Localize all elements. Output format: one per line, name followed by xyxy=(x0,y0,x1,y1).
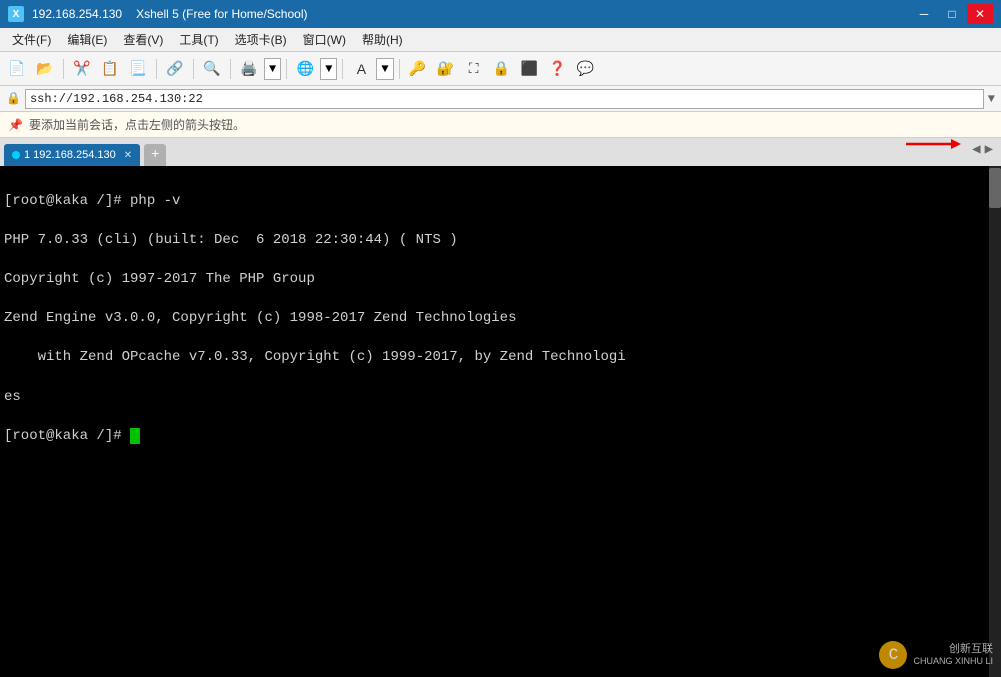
toolbar-sep4 xyxy=(230,59,231,79)
menu-tabs[interactable]: 选项卡(B) xyxy=(227,29,295,50)
app-icon: X xyxy=(8,6,24,22)
terminal[interactable]: [root@kaka /]# php -v PHP 7.0.33 (cli) (… xyxy=(0,166,989,677)
toolbar-cut[interactable]: 📋 xyxy=(97,56,123,82)
arrow-decoration xyxy=(901,134,961,154)
tab-prev-icon[interactable]: ◀ xyxy=(972,141,980,158)
tab-bar: 1 192.168.254.130 ✕ + ◀ ▶ xyxy=(0,138,1001,166)
info-text: 要添加当前会话，点击左侧的箭头按钮。 xyxy=(29,116,245,133)
toolbar-search[interactable]: 🔍 xyxy=(199,56,225,82)
toolbar-globe-dropdown[interactable]: ▼ xyxy=(320,58,337,80)
toolbar-lock[interactable]: 🔐 xyxy=(433,56,459,82)
tab-close-icon[interactable]: ✕ xyxy=(124,150,132,161)
tab-navigation: ◀ ▶ xyxy=(972,141,993,158)
toolbar-sep2 xyxy=(156,59,157,79)
watermark-text: 创新互联 CHUANG XINHU LI xyxy=(913,642,993,668)
address-arrow[interactable]: ▼ xyxy=(988,92,995,106)
toolbar: 📄 📂 ✂️ 📋 📃 🔗 🔍 🖨️ ▼ 🌐 ▼ A ▼ 🔑 🔐 ⛶ 🔒 ⬛ ❓ … xyxy=(0,52,1001,86)
terminal-line7: [root@kaka /]# xyxy=(4,428,130,444)
toolbar-connect[interactable]: 🔗 xyxy=(162,56,188,82)
terminal-scrollbar[interactable] xyxy=(989,166,1001,677)
terminal-line4: Zend Engine v3.0.0, Copyright (c) 1998-2… xyxy=(4,310,516,326)
toolbar-new[interactable]: 📄 xyxy=(4,56,30,82)
toolbar-question[interactable]: ❓ xyxy=(545,56,571,82)
toolbar-monitor[interactable]: ⬛ xyxy=(517,56,543,82)
title-bar-left: X 192.168.254.130 Xshell 5 (Free for Hom… xyxy=(8,6,308,22)
tab-session[interactable]: 1 192.168.254.130 ✕ xyxy=(4,144,140,166)
terminal-line2: PHP 7.0.33 (cli) (built: Dec 6 2018 22:3… xyxy=(4,232,458,248)
maximize-button[interactable]: □ xyxy=(939,4,965,24)
title-bar-ip: 192.168.254.130 xyxy=(32,7,122,21)
tab-label: 1 192.168.254.130 xyxy=(24,149,116,161)
toolbar-sep7 xyxy=(399,59,400,79)
toolbar-print[interactable]: 🖨️ xyxy=(236,56,262,82)
menu-window[interactable]: 窗口(W) xyxy=(295,29,354,50)
watermark-logo: C xyxy=(879,641,907,669)
toolbar-chat[interactable]: 💬 xyxy=(573,56,599,82)
toolbar-copy[interactable]: 📃 xyxy=(125,56,151,82)
terminal-wrapper: [root@kaka /]# php -v PHP 7.0.33 (cli) (… xyxy=(0,166,1001,677)
watermark: C 创新互联 CHUANG XINHU LI xyxy=(879,641,993,669)
address-input[interactable] xyxy=(25,89,984,109)
address-bar: 🔒 ▼ xyxy=(0,86,1001,112)
terminal-line5: with Zend OPcache v7.0.33, Copyright (c)… xyxy=(4,349,626,365)
title-bar: X 192.168.254.130 Xshell 5 (Free for Hom… xyxy=(0,0,1001,28)
toolbar-font-dropdown[interactable]: ▼ xyxy=(376,58,393,80)
scrollbar-thumb[interactable] xyxy=(989,168,1001,208)
menu-file[interactable]: 文件(F) xyxy=(4,29,59,50)
menu-bar: 文件(F) 编辑(E) 查看(V) 工具(T) 选项卡(B) 窗口(W) 帮助(… xyxy=(0,28,1001,52)
minimize-button[interactable]: ─ xyxy=(911,4,937,24)
menu-edit[interactable]: 编辑(E) xyxy=(59,29,115,50)
tab-next-icon[interactable]: ▶ xyxy=(985,141,993,158)
toolbar-sep3 xyxy=(193,59,194,79)
toolbar-key[interactable]: 🔑 xyxy=(405,56,431,82)
terminal-line3: Copyright (c) 1997-2017 The PHP Group xyxy=(4,271,315,287)
toolbar-expand[interactable]: ⛶ xyxy=(461,56,487,82)
tab-add-button[interactable]: + xyxy=(144,144,166,166)
lock-icon: 🔒 xyxy=(6,91,21,106)
info-bar: 📌 要添加当前会话，点击左侧的箭头按钮。 xyxy=(0,112,1001,138)
toolbar-paste[interactable]: ✂️ xyxy=(69,56,95,82)
title-bar-app: Xshell 5 (Free for Home/School) xyxy=(136,7,307,21)
window-controls: ─ □ ✕ xyxy=(911,4,993,24)
toolbar-sep5 xyxy=(286,59,287,79)
toolbar-sep1 xyxy=(63,59,64,79)
tab-dot xyxy=(12,151,20,159)
toolbar-print-dropdown[interactable]: ▼ xyxy=(264,58,281,80)
terminal-line6: es xyxy=(4,389,21,405)
menu-help[interactable]: 帮助(H) xyxy=(354,29,411,50)
info-pin-icon: 📌 xyxy=(8,118,23,132)
toolbar-font[interactable]: A xyxy=(348,56,374,82)
close-button[interactable]: ✕ xyxy=(967,4,993,24)
terminal-line1: [root@kaka /]# php -v xyxy=(4,193,180,209)
menu-tools[interactable]: 工具(T) xyxy=(171,29,226,50)
toolbar-open[interactable]: 📂 xyxy=(32,56,58,82)
menu-view[interactable]: 查看(V) xyxy=(115,29,171,50)
toolbar-globe[interactable]: 🌐 xyxy=(292,56,318,82)
toolbar-sep6 xyxy=(342,59,343,79)
toolbar-secure[interactable]: 🔒 xyxy=(489,56,515,82)
terminal-cursor xyxy=(130,428,140,444)
